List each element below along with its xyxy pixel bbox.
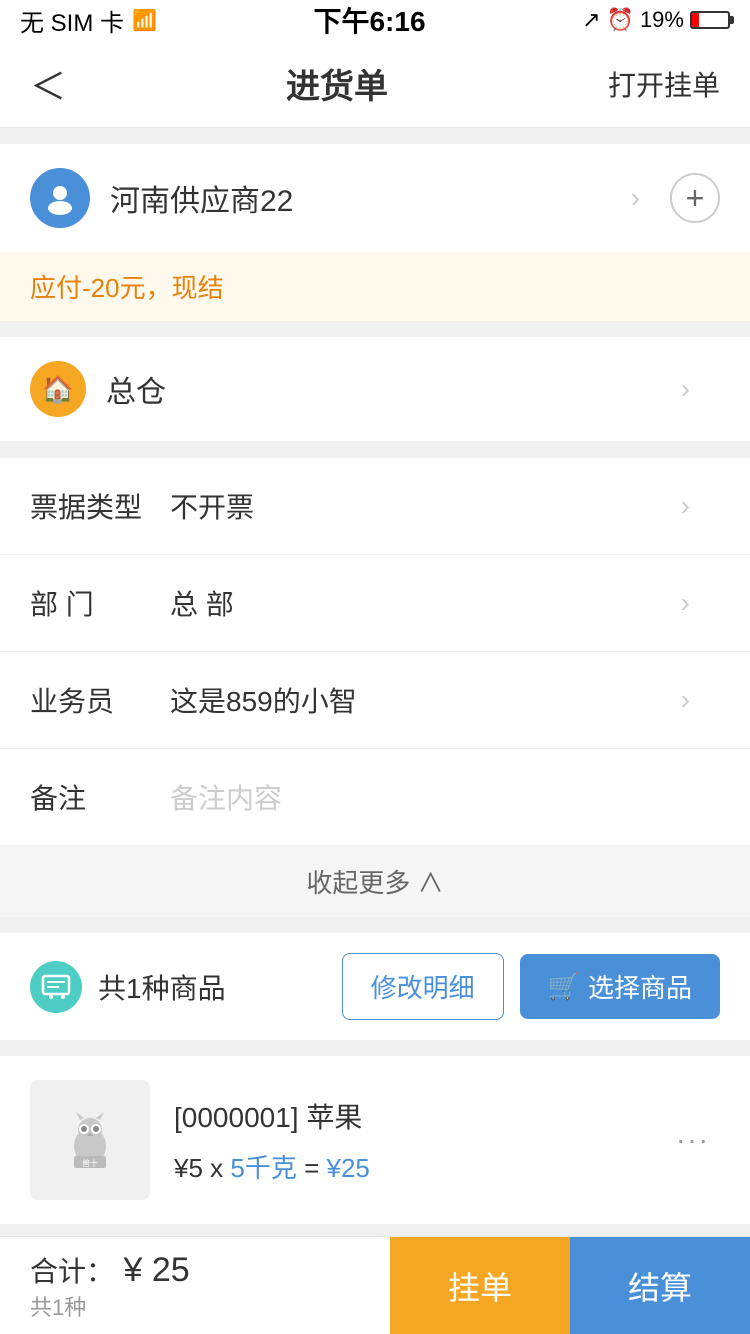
- price-x: x: [210, 1153, 230, 1183]
- status-right: ↗ ⏰ 19%: [582, 7, 730, 33]
- product-thumb-inner: 兽十: [50, 1100, 130, 1180]
- product-name: [0000001] 苹果: [174, 1096, 666, 1136]
- invoice-type-row[interactable]: 票据类型 不开票 ›: [0, 457, 750, 554]
- equals-sign: =: [304, 1153, 326, 1183]
- location-icon: ↗: [582, 7, 600, 33]
- total-value: ¥25: [327, 1153, 370, 1183]
- collapse-label: 收起更多 ∧: [306, 863, 443, 900]
- section-gap-4: [0, 917, 750, 933]
- back-button[interactable]: ＜: [30, 58, 66, 110]
- product-menu-button[interactable]: ···: [666, 1114, 720, 1166]
- salesperson-row[interactable]: 业务员 这是859的小智 ›: [0, 651, 750, 748]
- quantity-value: 5千克: [230, 1153, 296, 1183]
- product-thumbnail: 兽十: [30, 1080, 150, 1200]
- supplier-row[interactable]: 河南供应商22 › +: [0, 144, 750, 252]
- products-header: 共1种商品 修改明细 🛒 选择商品: [0, 933, 750, 1040]
- supplier-chevron-icon: ›: [631, 182, 640, 214]
- alarm-icon: ⏰: [607, 7, 634, 33]
- warehouse-chevron-icon: ›: [681, 373, 690, 405]
- add-supplier-button[interactable]: +: [670, 173, 720, 223]
- warehouse-icon: 🏠: [30, 361, 86, 417]
- collapse-toggle[interactable]: 收起更多 ∧: [0, 845, 750, 917]
- supplier-name: 河南供应商22: [110, 176, 631, 220]
- nav-bar: ＜ 进货单 打开挂单: [0, 40, 750, 128]
- total-amount-value: ¥ 25: [123, 1251, 189, 1289]
- page-title: 进货单: [286, 59, 388, 108]
- bottom-bar: 合计： ¥ 25 共1种 挂单 结算: [0, 1236, 750, 1334]
- payment-notice: 应付-20元，现结: [0, 252, 750, 321]
- products-count: 共1种商品: [98, 967, 342, 1007]
- open-pending-button[interactable]: 打开挂单: [608, 64, 720, 104]
- product-code: [0000001]: [174, 1102, 299, 1133]
- status-left: 无 SIM 卡 📶: [20, 3, 157, 38]
- warehouse-section: 🏠 总仓 ›: [0, 337, 750, 441]
- warehouse-name: 总仓: [106, 367, 681, 411]
- hang-order-button[interactable]: 挂单: [390, 1237, 570, 1334]
- price-value: ¥5: [174, 1153, 203, 1183]
- department-row[interactable]: 部 门 总 部 ›: [0, 554, 750, 651]
- department-value: 总 部: [170, 583, 681, 623]
- status-time: 下午6:16: [313, 0, 425, 40]
- svg-text:兽十: 兽十: [82, 1158, 98, 1168]
- battery-icon: [690, 11, 730, 29]
- invoice-type-value: 不开票: [170, 486, 681, 526]
- warehouse-row[interactable]: 🏠 总仓 ›: [0, 337, 750, 441]
- edit-detail-button[interactable]: 修改明细: [342, 953, 504, 1020]
- select-product-icon: 🛒: [548, 971, 580, 1002]
- supplier-section: 河南供应商22 › + 应付-20元，现结: [0, 144, 750, 321]
- products-icon: [30, 961, 82, 1013]
- carrier-label: 无 SIM 卡: [20, 3, 124, 38]
- supplier-avatar: [30, 168, 90, 228]
- invoice-type-chevron-icon: ›: [681, 490, 690, 522]
- wifi-icon: 📶: [132, 8, 157, 33]
- select-product-button[interactable]: 🛒 选择商品: [520, 954, 720, 1019]
- total-label: 合计：: [30, 1256, 114, 1287]
- settle-button[interactable]: 结算: [570, 1237, 750, 1334]
- product-info: [0000001] 苹果 ¥5 x 5千克 = ¥25: [174, 1096, 666, 1185]
- section-gap-2: [0, 321, 750, 337]
- form-section: 票据类型 不开票 › 部 门 总 部 › 业务员 这是859的小智 › 备注 备…: [0, 457, 750, 845]
- total-count: 共1种: [30, 1290, 360, 1322]
- department-label: 部 门: [30, 583, 170, 623]
- section-gap-1: [0, 128, 750, 144]
- department-chevron-icon: ›: [681, 587, 690, 619]
- status-bar: 无 SIM 卡 📶 下午6:16 ↗ ⏰ 19%: [0, 0, 750, 40]
- invoice-type-label: 票据类型: [30, 486, 170, 526]
- salesperson-chevron-icon: ›: [681, 684, 690, 716]
- remarks-input[interactable]: 备注内容: [170, 777, 720, 817]
- battery-label: 19%: [640, 7, 684, 33]
- total-section: 合计： ¥ 25 共1种: [0, 1250, 390, 1322]
- product-item: 兽十 [0000001] 苹果 ¥5 x 5千克 = ¥25 ···: [0, 1056, 750, 1224]
- select-product-label: 选择商品: [588, 968, 692, 1005]
- section-gap-3: [0, 441, 750, 457]
- product-title: 苹果: [306, 1102, 362, 1133]
- salesperson-value: 这是859的小智: [170, 680, 681, 720]
- product-price: ¥5 x 5千克 = ¥25: [174, 1148, 666, 1185]
- salesperson-label: 业务员: [30, 680, 170, 720]
- total-amount: 合计： ¥ 25: [30, 1250, 360, 1290]
- remarks-label: 备注: [30, 777, 170, 817]
- remarks-row[interactable]: 备注 备注内容: [0, 748, 750, 845]
